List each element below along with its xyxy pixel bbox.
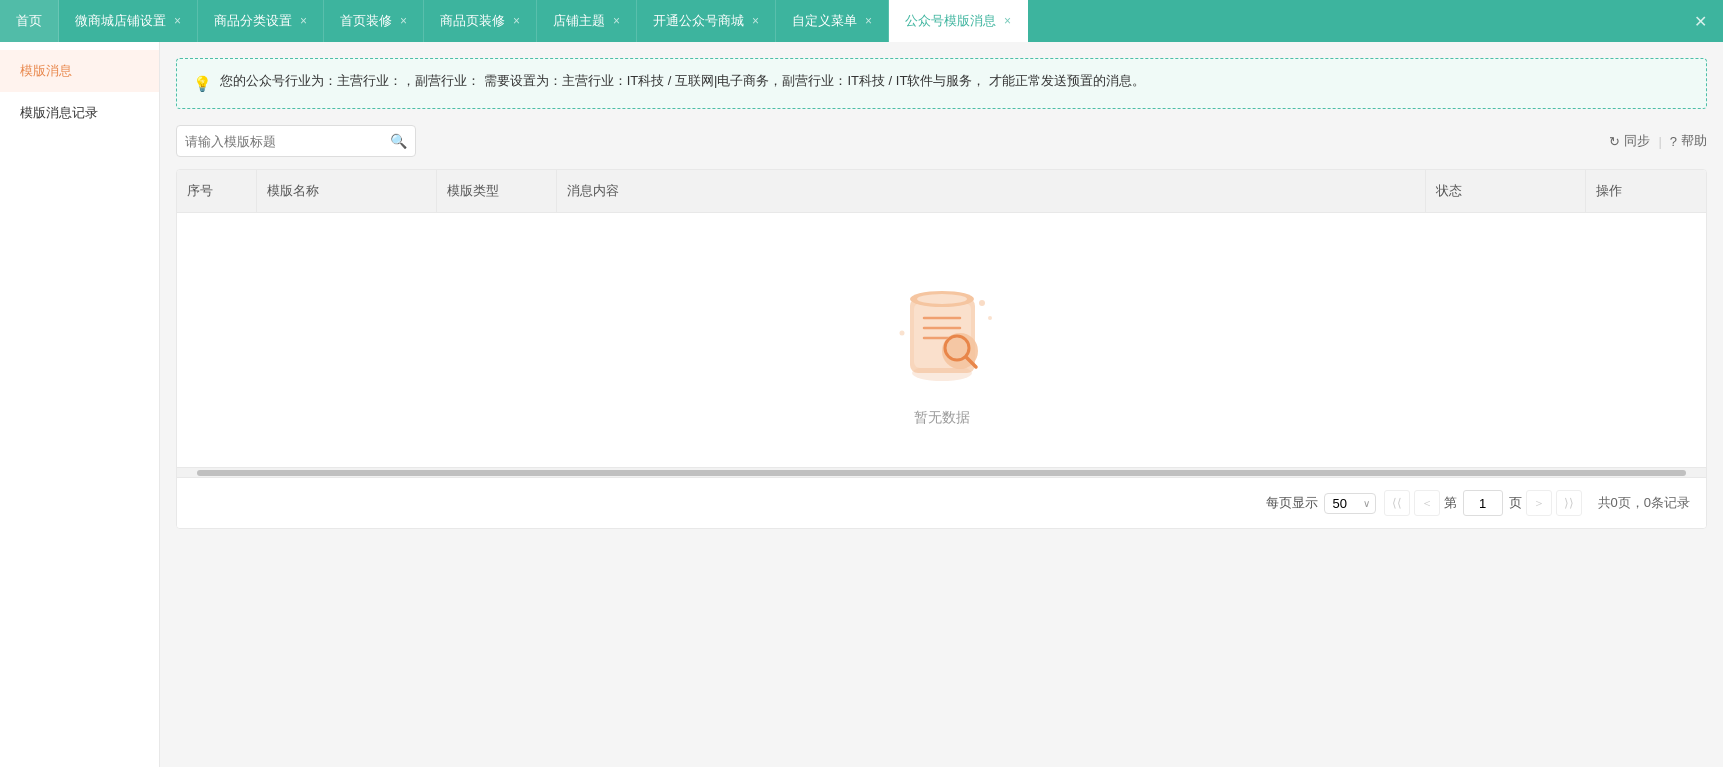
tab-close-category-settings[interactable]: ×: [300, 14, 307, 28]
tab-label-custom-menu: 自定义菜单: [792, 12, 857, 30]
per-page-label: 每页显示: [1266, 494, 1318, 512]
prev-page-button[interactable]: ＜: [1414, 490, 1440, 516]
table-header-status: 状态: [1426, 170, 1586, 212]
notice-text-highlight: 需要设置为：主营行业：IT科技 / 互联网|电子商务，副营行业：IT科技 / I…: [484, 73, 986, 88]
tab-item-shop-settings[interactable]: 微商城店铺设置 ×: [59, 0, 198, 42]
pagination-nav: ⟨⟨ ＜ 第 页 ＞ ⟩⟩: [1384, 490, 1582, 516]
page-input-wrap: 第 页: [1444, 490, 1522, 516]
search-bar: 🔍 ↻ 同步 | ? 帮助: [176, 125, 1707, 157]
tab-label-product-decoration: 商品页装修: [440, 12, 505, 30]
table-header-seq: 序号: [177, 170, 257, 212]
search-actions: ↻ 同步 | ? 帮助: [1609, 132, 1707, 150]
notice-text-before: 您的公众号行业为：主营行业：，副营行业：: [220, 73, 480, 88]
notice-text-after: 才能正常发送预置的消息。: [989, 73, 1145, 88]
sync-label: 同步: [1624, 132, 1650, 150]
main-layout: 模版消息模版消息记录 💡 您的公众号行业为：主营行业：，副营行业： 需要设置为：…: [0, 42, 1723, 767]
next-page-button[interactable]: ＞: [1526, 490, 1552, 516]
svg-point-11: [979, 300, 985, 306]
tab-item-shop-theme[interactable]: 店铺主题 ×: [537, 0, 637, 42]
tab-label-home-decoration: 首页装修: [340, 12, 392, 30]
notice-text: 您的公众号行业为：主营行业：，副营行业： 需要设置为：主营行业：IT科技 / 互…: [220, 71, 1145, 92]
notice-icon: 💡: [193, 72, 212, 96]
last-page-button[interactable]: ⟩⟩: [1556, 490, 1582, 516]
total-info: 共0页，0条记录: [1598, 494, 1690, 512]
table-header: 序号模版名称模版类型消息内容状态操作: [177, 170, 1706, 213]
tab-close-custom-menu[interactable]: ×: [865, 14, 872, 28]
page-prefix: 第: [1444, 494, 1457, 512]
page-suffix: 页: [1509, 494, 1522, 512]
tab-label-open-wechat: 开通公众号商城: [653, 12, 744, 30]
sidebar-item-template-msg-record[interactable]: 模版消息记录: [0, 92, 159, 134]
sidebar-item-template-msg[interactable]: 模版消息: [0, 50, 159, 92]
help-button[interactable]: ? 帮助: [1670, 132, 1707, 150]
divider: |: [1658, 134, 1661, 149]
tab-item-home-decoration[interactable]: 首页装修 ×: [324, 0, 424, 42]
table-header-name: 模版名称: [257, 170, 437, 212]
tab-close-home-decoration[interactable]: ×: [400, 14, 407, 28]
sync-icon: ↻: [1609, 134, 1620, 149]
search-input[interactable]: [185, 134, 390, 149]
tab-label-template-msg: 公众号模版消息: [905, 12, 996, 30]
empty-text: 暂无数据: [914, 409, 970, 427]
help-label: 帮助: [1681, 132, 1707, 150]
pagination: 每页显示 50 10 20 100 ⟨⟨ ＜ 第: [177, 477, 1706, 528]
first-page-button[interactable]: ⟨⟨: [1384, 490, 1410, 516]
notice-box: 💡 您的公众号行业为：主营行业：，副营行业： 需要设置为：主营行业：IT科技 /…: [176, 58, 1707, 109]
svg-point-13: [899, 331, 904, 336]
tab-item-product-decoration[interactable]: 商品页装修 ×: [424, 0, 537, 42]
page-number-input[interactable]: [1463, 490, 1503, 516]
tab-label-shop-theme: 店铺主题: [553, 12, 605, 30]
tab-close-shop-theme[interactable]: ×: [613, 14, 620, 28]
sidebar: 模版消息模版消息记录: [0, 42, 160, 767]
tab-item-template-msg[interactable]: 公众号模版消息 ×: [889, 0, 1028, 42]
table-header-type: 模版类型: [437, 170, 557, 212]
close-all-button[interactable]: ✕: [1678, 12, 1723, 31]
help-icon: ?: [1670, 134, 1677, 149]
per-page-select-wrap[interactable]: 50 10 20 100: [1324, 493, 1376, 514]
tab-bar: 首页微商城店铺设置×商品分类设置×首页装修×商品页装修×店铺主题×开通公众号商城…: [0, 0, 1723, 42]
sync-button[interactable]: ↻ 同步: [1609, 132, 1650, 150]
per-page-select[interactable]: 50 10 20 100: [1324, 493, 1376, 514]
tab-item-open-wechat[interactable]: 开通公众号商城 ×: [637, 0, 776, 42]
data-table: 序号模版名称模版类型消息内容状态操作: [176, 169, 1707, 529]
content-area: 💡 您的公众号行业为：主营行业：，副营行业： 需要设置为：主营行业：IT科技 /…: [160, 42, 1723, 767]
empty-state: 暂无数据: [177, 213, 1706, 467]
svg-point-12: [988, 316, 992, 320]
scroll-indicator[interactable]: [177, 467, 1706, 477]
empty-icon: [882, 273, 1002, 393]
tab-close-product-decoration[interactable]: ×: [513, 14, 520, 28]
per-page-wrap: 每页显示 50 10 20 100: [1266, 493, 1376, 514]
table-header-action: 操作: [1586, 170, 1706, 212]
tab-item-custom-menu[interactable]: 自定义菜单 ×: [776, 0, 889, 42]
tab-item-home[interactable]: 首页: [0, 0, 59, 42]
tab-item-category-settings[interactable]: 商品分类设置 ×: [198, 0, 324, 42]
tab-label-shop-settings: 微商城店铺设置: [75, 12, 166, 30]
svg-point-7: [917, 294, 967, 304]
tab-close-shop-settings[interactable]: ×: [174, 14, 181, 28]
scroll-thumb[interactable]: [197, 470, 1686, 476]
tab-label-category-settings: 商品分类设置: [214, 12, 292, 30]
search-input-wrap[interactable]: 🔍: [176, 125, 416, 157]
tab-label-home: 首页: [16, 12, 42, 30]
search-icon[interactable]: 🔍: [390, 133, 407, 149]
tab-close-open-wechat[interactable]: ×: [752, 14, 759, 28]
table-header-content: 消息内容: [557, 170, 1426, 212]
tab-close-template-msg[interactable]: ×: [1004, 14, 1011, 28]
